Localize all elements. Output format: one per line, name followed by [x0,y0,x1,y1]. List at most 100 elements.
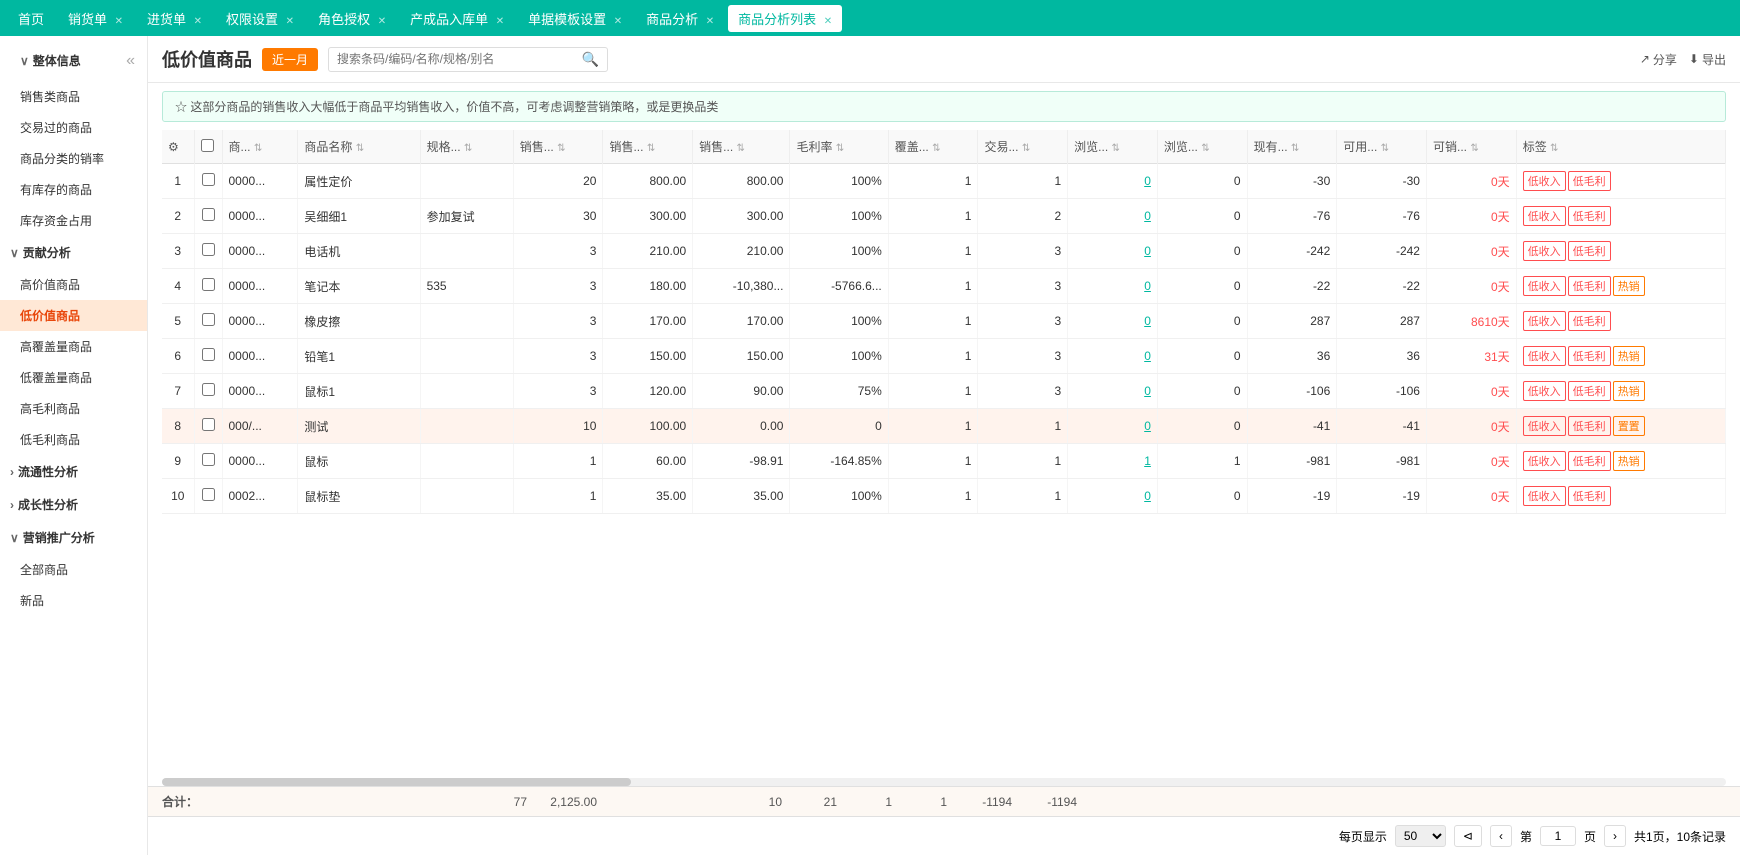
available: -981 [1337,444,1427,479]
browse-link[interactable]: 0 [1144,279,1151,293]
saleable-column-header[interactable]: 可销... ⇅ [1426,130,1516,164]
row-checkbox[interactable] [202,348,215,361]
row-checkbox[interactable] [202,243,215,256]
sale-gross-column-header[interactable]: 销售... ⇅ [693,130,790,164]
row-checkbox[interactable] [202,383,215,396]
nav-product-inbound[interactable]: 产成品入库单 ✕ [400,5,514,32]
browse-link[interactable]: 0 [1144,489,1151,503]
sidebar-item-all-goods[interactable]: 全部商品 [0,554,147,585]
sidebar-item-stock-goods[interactable]: 有库存的商品 [0,174,147,205]
nav-purchase-order[interactable]: 进货单 ✕ [137,5,212,32]
browse-link[interactable]: 1 [1144,454,1151,468]
saleable: 8610天 [1426,304,1516,339]
row-checkbox[interactable] [202,173,215,186]
sidebar-item-low-coverage[interactable]: 低覆盖量商品 [0,362,147,393]
sidebar-item-new-goods[interactable]: 新品 [0,585,147,616]
close-icon[interactable]: ✕ [824,16,832,27]
search-input[interactable] [337,52,576,66]
tags-column-header[interactable]: 标签 ⇅ [1516,130,1725,164]
row-checkbox[interactable] [202,278,215,291]
scrollbar-thumb[interactable] [162,778,631,786]
spec-column-header[interactable]: 规格... ⇅ [420,130,513,164]
nav-product-analysis[interactable]: 商品分析 ✕ [636,5,724,32]
sidebar-group-growth[interactable]: › 成长性分析 [0,488,147,521]
row-checkbox[interactable] [202,488,215,501]
sidebar-item-low-margin[interactable]: 低毛利商品 [0,424,147,455]
sidebar-item-stock-capital[interactable]: 库存资金占用 [0,205,147,236]
coverage: 1 [888,444,978,479]
browse2-column-header[interactable]: 浏览... ⇅ [1157,130,1247,164]
sidebar-group-marketing[interactable]: ∨ 营销推广分析 [0,521,147,554]
nav-home[interactable]: 首页 [8,5,54,32]
select-all-checkbox[interactable] [201,139,214,152]
sale-amount: 210.00 [603,234,693,269]
sidebar-item-high-margin[interactable]: 高毛利商品 [0,393,147,424]
page-number-input[interactable] [1540,826,1576,846]
gross-rate-column-header[interactable]: 毛利率 ⇅ [790,130,888,164]
checkbox-column-header[interactable] [194,130,222,164]
export-button[interactable]: ⬇ 导出 [1689,51,1726,68]
nav-product-analysis-list[interactable]: 商品分析列表 ✕ [728,5,842,32]
browse-link[interactable]: 0 [1144,209,1151,223]
sidebar-item-high-value[interactable]: 高价值商品 [0,269,147,300]
code-column-header[interactable]: 商... ⇅ [222,130,298,164]
row-checkbox[interactable] [202,208,215,221]
share-button[interactable]: ↗ 分享 [1640,51,1677,68]
settings-column-header[interactable]: ⚙ [162,130,194,164]
close-icon[interactable]: ✕ [614,16,622,27]
close-icon[interactable]: ✕ [115,16,123,27]
transaction: 1 [978,409,1068,444]
sidebar-item-category-rate[interactable]: 商品分类的销率 [0,143,147,174]
sidebar-item-sales-goods[interactable]: 销售类商品 [0,81,147,112]
browse1: 0 [1068,409,1158,444]
nav-sales-order[interactable]: 销货单 ✕ [58,5,133,32]
row-checkbox[interactable] [202,418,215,431]
current-stock-column-header[interactable]: 现有... ⇅ [1247,130,1337,164]
name-column-header[interactable]: 商品名称 ⇅ [298,130,420,164]
product-tag: 热销 [1613,451,1645,471]
next-page-button[interactable]: › [1604,825,1626,847]
gross-rate: 100% [790,479,888,514]
available-column-header[interactable]: 可用... ⇅ [1337,130,1427,164]
close-icon[interactable]: ✕ [706,16,714,27]
product-spec [420,304,513,339]
first-page-button[interactable]: ⊲ [1454,825,1482,847]
filter-recent-month-button[interactable]: 近一月 [262,48,318,71]
sidebar-group-contribution[interactable]: ∨ 贡献分析 [0,236,147,269]
sidebar-group-overall[interactable]: ∨ 整体信息 [10,44,91,77]
nav-permission[interactable]: 权限设置 ✕ [216,5,304,32]
transaction-column-header[interactable]: 交易... ⇅ [978,130,1068,164]
sidebar-collapse-button[interactable]: « [120,50,141,72]
row-checkbox[interactable] [202,313,215,326]
sale-qty-column-header[interactable]: 销售... ⇅ [513,130,603,164]
nav-role-auth[interactable]: 角色授权 ✕ [308,5,396,32]
nav-template-settings[interactable]: 单据模板设置 ✕ [518,5,632,32]
per-page-select[interactable]: 50 100 200 [1395,825,1446,847]
browse-link[interactable]: 0 [1144,419,1151,433]
sidebar-item-low-value[interactable]: 低价值商品 [0,300,147,331]
table-horizontal-scrollbar[interactable] [162,778,1726,786]
prev-page-button[interactable]: ‹ [1490,825,1512,847]
sale-amount-column-header[interactable]: 销售... ⇅ [603,130,693,164]
coverage-column-header[interactable]: 覆盖... ⇅ [888,130,978,164]
browse1: 0 [1068,374,1158,409]
browse-link[interactable]: 0 [1144,314,1151,328]
browse1-column-header[interactable]: 浏览... ⇅ [1068,130,1158,164]
browse-link[interactable]: 0 [1144,244,1151,258]
row-checkbox[interactable] [202,453,215,466]
sidebar-item-traded-goods[interactable]: 交易过的商品 [0,112,147,143]
browse1: 0 [1068,269,1158,304]
close-icon[interactable]: ✕ [378,16,386,27]
close-icon[interactable]: ✕ [286,16,294,27]
browse-link[interactable]: 0 [1144,384,1151,398]
browse-link[interactable]: 0 [1144,174,1151,188]
chevron-down-icon: ∨ [10,246,19,260]
sidebar-item-high-coverage[interactable]: 高覆盖量商品 [0,331,147,362]
product-tag: 热销 [1613,381,1645,401]
row-checkbox-cell [194,444,222,479]
browse-link[interactable]: 0 [1144,349,1151,363]
sidebar-group-circulation[interactable]: › 流通性分析 [0,455,147,488]
close-icon[interactable]: ✕ [496,16,504,27]
available: -19 [1337,479,1427,514]
close-icon[interactable]: ✕ [194,16,202,27]
